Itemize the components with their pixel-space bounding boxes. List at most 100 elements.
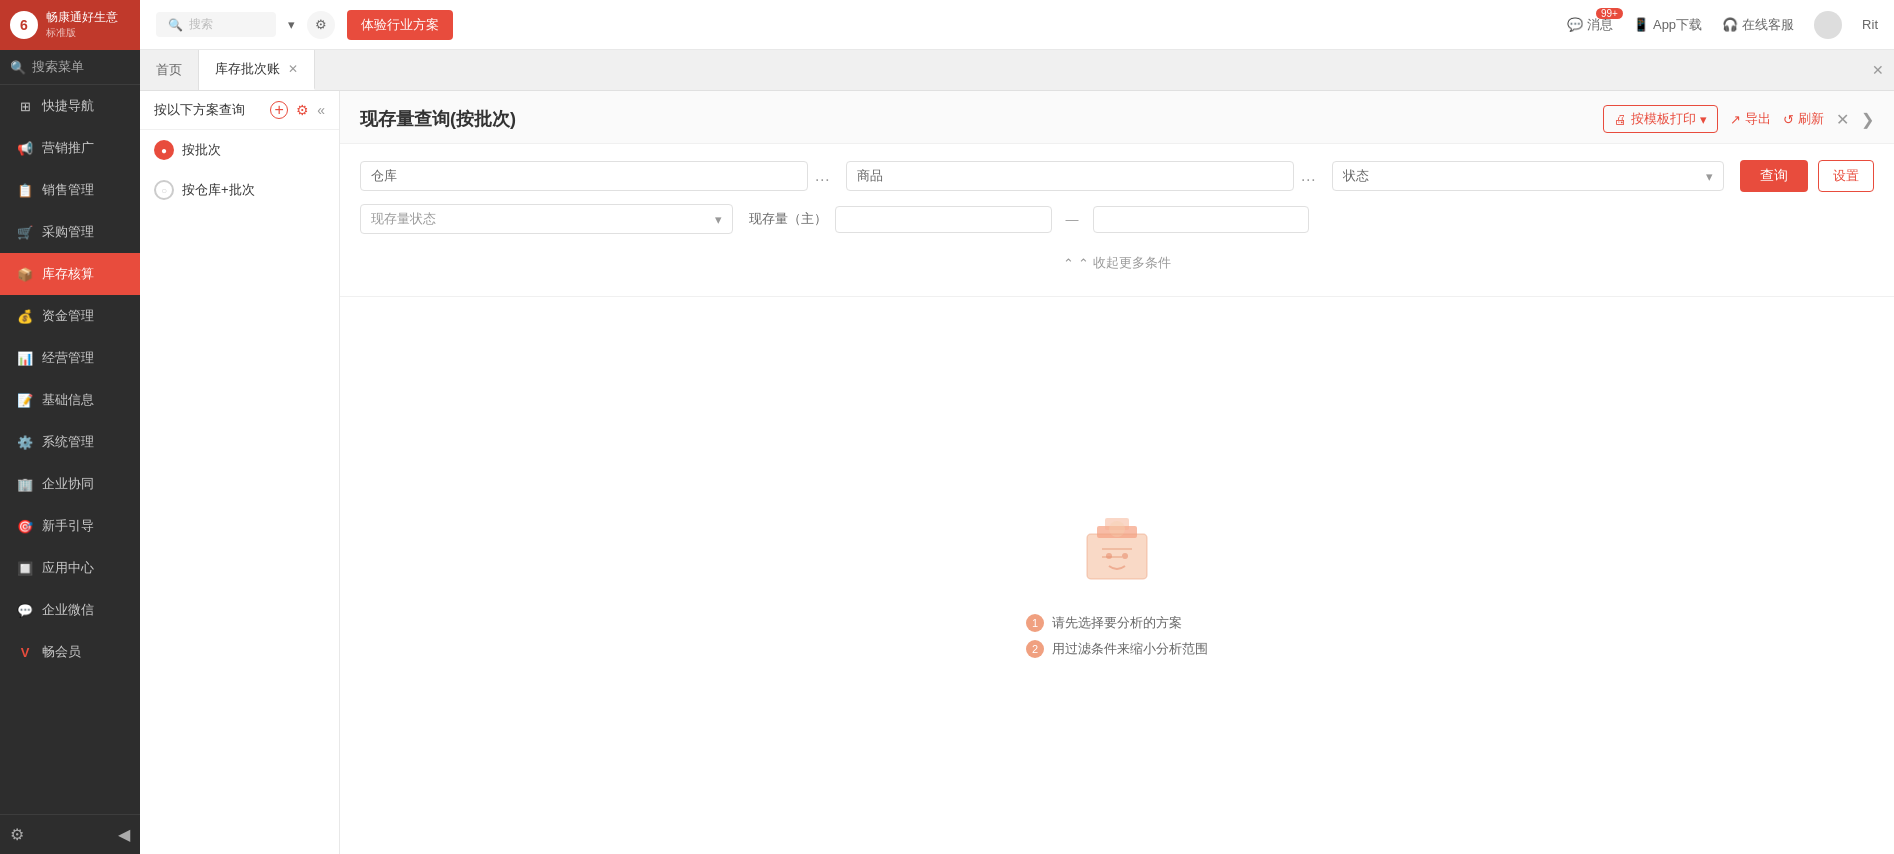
sidebar-item-member[interactable]: V 畅会员 <box>0 631 140 673</box>
query-btn[interactable]: 查询 <box>1740 160 1808 192</box>
product-input[interactable]: 商品 <box>846 161 1294 191</box>
sidebar-search[interactable]: 🔍 搜索菜单 <box>0 50 140 85</box>
collapse-up-icon: ⌃ ⌃ <box>1063 256 1089 271</box>
close-right-panel-btn[interactable]: ✕ <box>1836 110 1849 129</box>
batch-filter-active-icon: ● <box>154 140 174 160</box>
status-select[interactable]: 状态 ▾ <box>1332 161 1724 191</box>
page-content: 按以下方案查询 + ⚙ « ● 按批次 ○ 按仓库+批次 现存量查询(按批次) <box>140 91 1894 854</box>
finance-icon: 💰 <box>16 307 34 325</box>
filter-by-warehouse-batch[interactable]: ○ 按仓库+批次 <box>140 170 339 210</box>
sidebar-item-basic[interactable]: 📝 基础信息 <box>0 379 140 421</box>
inventory-main-field: 现存量（主） — <box>749 206 1309 233</box>
topbar-search[interactable]: 🔍 搜索 <box>156 12 276 37</box>
print-btn[interactable]: 🖨 按模板打印 ▾ <box>1603 105 1718 133</box>
user-avatar[interactable] <box>1814 11 1842 39</box>
username-label[interactable]: Rit <box>1862 17 1878 32</box>
warehouse-more-btn[interactable]: … <box>814 167 830 185</box>
sidebar-item-purchase[interactable]: 🛒 采购管理 <box>0 211 140 253</box>
sidebar-item-guide[interactable]: 🎯 新手引导 <box>0 505 140 547</box>
sidebar-item-enterprise[interactable]: 🏢 企业协同 <box>0 463 140 505</box>
sidebar-item-system[interactable]: ⚙️ 系统管理 <box>0 421 140 463</box>
topbar-actions: 💬 消息 99+ 📱 App下载 🎧 在线客服 Rit <box>1567 11 1878 39</box>
trial-btn[interactable]: 体验行业方案 <box>347 10 453 40</box>
sidebar-footer: ⚙ ◀ <box>0 814 140 854</box>
empty-tip-1: 1 请先选择要分析的方案 <box>1026 614 1208 632</box>
export-btn[interactable]: ↗ 导出 <box>1730 110 1771 128</box>
settings-icon: ⚙ <box>315 17 327 32</box>
topbar-settings-btn[interactable]: ⚙ <box>307 11 335 39</box>
collapse-sidebar-icon[interactable]: ◀ <box>118 825 130 844</box>
app-name: 畅康通好生意 <box>46 10 118 26</box>
print-dropdown-icon[interactable]: ▾ <box>1700 112 1707 127</box>
refresh-btn[interactable]: ↺ 刷新 <box>1783 110 1824 128</box>
collapse-more-btn[interactable]: ⌃ ⌃ 收起更多条件 <box>360 246 1874 280</box>
settings-footer-icon[interactable]: ⚙ <box>10 825 24 844</box>
headset-icon: 🎧 <box>1722 17 1738 32</box>
svg-point-7 <box>1106 553 1112 559</box>
empty-illustration <box>1067 494 1167 594</box>
status-label: 状态 <box>1343 167 1369 185</box>
tab-home[interactable]: 首页 <box>140 50 199 90</box>
close-all-tabs-btn[interactable]: ✕ <box>1872 62 1884 78</box>
filter-row-1: 仓库 … 商品 … <box>360 160 1874 192</box>
sidebar-item-sales[interactable]: 📋 销售管理 <box>0 169 140 211</box>
tab-close-inventory-batch[interactable]: ✕ <box>288 62 298 76</box>
filter-settings-btn-right[interactable]: 设置 <box>1818 160 1874 192</box>
filter-settings-btn[interactable]: ⚙ <box>296 102 309 118</box>
left-filter-panel: 按以下方案查询 + ⚙ « ● 按批次 ○ 按仓库+批次 <box>140 91 340 854</box>
message-icon: 💬 <box>1567 17 1583 32</box>
print-icon: 🖨 <box>1614 112 1627 127</box>
product-more-btn[interactable]: … <box>1300 167 1316 185</box>
tabbar: 首页 库存批次账 ✕ ✕ <box>140 50 1894 91</box>
inventory-main-dash: — <box>1066 212 1079 227</box>
inventory-main-from[interactable] <box>835 206 1051 233</box>
member-icon: V <box>16 643 34 661</box>
filter-area: 仓库 … 商品 … <box>340 144 1894 297</box>
sidebar-item-quick-nav[interactable]: ⊞ 快捷导航 <box>0 85 140 127</box>
sidebar-item-marketing[interactable]: 📢 营销推广 <box>0 127 140 169</box>
left-panel-title: 按以下方案查询 <box>154 101 245 119</box>
main-area: 🔍 搜索 ▾ ⚙ 体验行业方案 💬 消息 99+ 📱 App下载 🎧 在线客服 <box>140 0 1894 854</box>
warehouse-input-field[interactable] <box>403 169 797 184</box>
sidebar-item-operation[interactable]: 📊 经营管理 <box>0 337 140 379</box>
warehouse-input[interactable]: 仓库 <box>360 161 808 191</box>
sidebar-item-wechat[interactable]: 💬 企业微信 <box>0 589 140 631</box>
collapse-left-panel-btn[interactable]: « <box>317 102 325 118</box>
sidebar: 6 畅康通好生意 标准版 🔍 搜索菜单 ⊞ 快捷导航 📢 营销推广 📋 销售管理… <box>0 0 140 854</box>
filter-by-batch[interactable]: ● 按批次 <box>140 130 339 170</box>
messages-btn[interactable]: 💬 消息 99+ <box>1567 16 1613 34</box>
sidebar-header: 6 畅康通好生意 标准版 <box>0 0 140 50</box>
search-icon: 🔍 <box>10 60 26 75</box>
app-download-btn[interactable]: 📱 App下载 <box>1633 16 1702 34</box>
empty-tip-2: 2 用过滤条件来缩小分析范围 <box>1026 640 1208 658</box>
app-logo: 6 <box>10 11 38 39</box>
topbar: 🔍 搜索 ▾ ⚙ 体验行业方案 💬 消息 99+ 📱 App下载 🎧 在线客服 <box>140 0 1894 50</box>
marketing-icon: 📢 <box>16 139 34 157</box>
inventory-main-to-input[interactable] <box>1104 212 1298 227</box>
tab-inventory-batch[interactable]: 库存批次账 ✕ <box>199 50 315 90</box>
sales-icon: 📋 <box>16 181 34 199</box>
expand-panel-btn[interactable]: ❯ <box>1861 110 1874 129</box>
warehouse-label: 仓库 <box>371 167 397 185</box>
refresh-icon: ↺ <box>1783 112 1794 127</box>
inventory-status-select[interactable]: 现存量状态 ▾ <box>360 204 733 234</box>
inventory-main-label: 现存量（主） <box>749 210 827 228</box>
inventory-main-from-input[interactable] <box>846 212 1040 227</box>
sidebar-item-inventory[interactable]: 📦 库存核算 <box>0 253 140 295</box>
empty-tips: 1 请先选择要分析的方案 2 用过滤条件来缩小分析范围 <box>1026 614 1208 658</box>
status-dropdown-icon: ▾ <box>1706 169 1713 184</box>
topbar-dropdown-icon[interactable]: ▾ <box>288 17 295 32</box>
svg-point-8 <box>1122 553 1128 559</box>
add-filter-btn[interactable]: + <box>270 101 288 119</box>
sidebar-item-finance[interactable]: 💰 资金管理 <box>0 295 140 337</box>
status-field: 状态 ▾ <box>1332 161 1724 191</box>
filter-row-2: 现存量状态 ▾ 现存量（主） — <box>360 204 1874 234</box>
warehouse-field: 仓库 … <box>360 161 830 191</box>
topbar-search-icon: 🔍 <box>168 18 183 32</box>
basic-icon: 📝 <box>16 391 34 409</box>
online-support-btn[interactable]: 🎧 在线客服 <box>1722 16 1794 34</box>
product-input-field[interactable] <box>889 169 1283 184</box>
sidebar-item-apps[interactable]: 🔲 应用中心 <box>0 547 140 589</box>
inventory-main-to[interactable] <box>1093 206 1309 233</box>
sidebar-nav: ⊞ 快捷导航 📢 营销推广 📋 销售管理 🛒 采购管理 📦 库存核算 💰 资金管… <box>0 85 140 814</box>
